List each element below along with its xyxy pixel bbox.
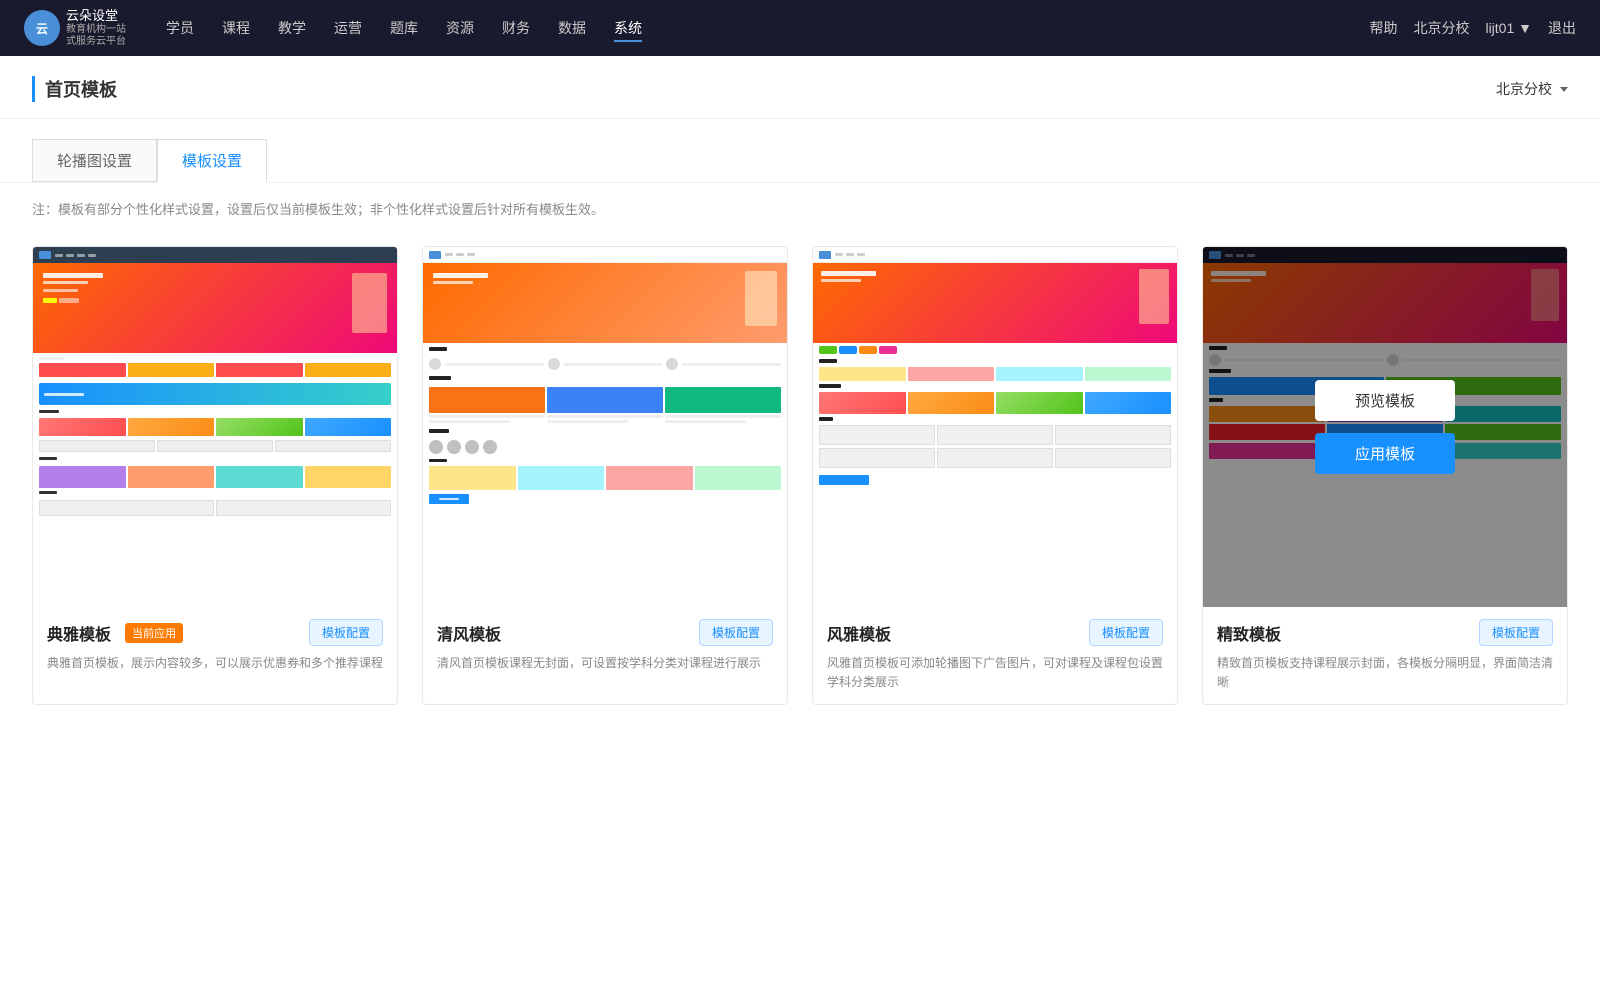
template-name-4: 精致模板 xyxy=(1217,621,1281,645)
logo-text: 云朵设堂 教育机构一站 式服务云平台 xyxy=(66,8,126,48)
config-button-1[interactable]: 模板配置 xyxy=(309,619,383,646)
logo-icon: 云 xyxy=(24,10,60,46)
current-badge-1: 当前应用 xyxy=(125,623,183,643)
template-info-3: 风雅模板 模板配置 风雅首页模板可添加轮播图下广告图片，可对课程及课程包设置学科… xyxy=(813,607,1177,704)
apply-button-4[interactable]: 应用模板 xyxy=(1315,433,1455,474)
template-desc-2: 清风首页模板课程无封面，可设置按学科分类对课程进行展示 xyxy=(437,654,773,673)
template-title-row-2: 清风模板 模板配置 xyxy=(437,619,773,646)
nav-item-shuju[interactable]: 数据 xyxy=(558,18,586,38)
template-title-row-3: 风雅模板 模板配置 xyxy=(827,619,1163,646)
template-name-3: 风雅模板 xyxy=(827,621,891,645)
note-text: 注：模板有部分个性化样式设置，设置后仅当前模板生效；非个性化样式设置后针对所有模… xyxy=(0,183,1600,226)
main-content: 首页模板 北京分校 轮播图设置 模板设置 注：模板有部分个性化样式设置，设置后仅… xyxy=(0,56,1600,990)
tab-carousel[interactable]: 轮播图设置 xyxy=(32,139,157,182)
template-info-2: 清风模板 模板配置 清风首页模板课程无封面，可设置按学科分类对课程进行展示 xyxy=(423,607,787,685)
template-preview-2: 预览模板 应用模板 xyxy=(423,247,787,607)
config-button-2[interactable]: 模板配置 xyxy=(699,619,773,646)
navbar: 云 云朵设堂 教育机构一站 式服务云平台 学员 课程 教学 运营 题库 资源 财… xyxy=(0,0,1600,56)
template-info-4: 精致模板 模板配置 精致首页模板支持课程展示封面，各模板分隔明显，界面简洁清晰 xyxy=(1203,607,1567,704)
config-button-3[interactable]: 模板配置 xyxy=(1089,619,1163,646)
template-title-row-4: 精致模板 模板配置 xyxy=(1217,619,1553,646)
template-desc-4: 精致首页模板支持课程展示封面，各模板分隔明显，界面简洁清晰 xyxy=(1217,654,1553,692)
page-header: 首页模板 北京分校 xyxy=(0,56,1600,119)
nav-item-xueyuan[interactable]: 学员 xyxy=(166,18,194,38)
nav-item-jiaoxue[interactable]: 教学 xyxy=(278,18,306,38)
nav-item-yunying[interactable]: 运营 xyxy=(334,18,362,38)
nav-item-caiwu[interactable]: 财务 xyxy=(502,18,530,38)
nav-item-xitong[interactable]: 系统 xyxy=(614,18,642,38)
tab-template[interactable]: 模板设置 xyxy=(157,139,267,183)
template-preview-3: 预览模板 应用模板 xyxy=(813,247,1177,607)
templates-grid: 预览模板 应用模板 典雅模板 当前应用 模板配置 典雅首页模板，展示内容较多，可… xyxy=(0,226,1600,745)
nav-item-ziyuan[interactable]: 资源 xyxy=(446,18,474,38)
branch-chevron-icon xyxy=(1560,87,1568,92)
config-button-4[interactable]: 模板配置 xyxy=(1479,619,1553,646)
template-card-3[interactable]: 预览模板 应用模板 风雅模板 模板配置 风雅首页模板可添加轮播图下广告图片，可对… xyxy=(812,246,1178,705)
template-card-1[interactable]: 预览模板 应用模板 典雅模板 当前应用 模板配置 典雅首页模板，展示内容较多，可… xyxy=(32,246,398,705)
user-menu[interactable]: lijt01 ▼ xyxy=(1485,20,1532,36)
template-card-2[interactable]: 预览模板 应用模板 清风模板 模板配置 清风首页模板课程无封面，可设置按学科分类… xyxy=(422,246,788,705)
page-title: 首页模板 xyxy=(32,76,117,102)
preview-button-4[interactable]: 预览模板 xyxy=(1315,380,1455,421)
template-desc-3: 风雅首页模板可添加轮播图下广告图片，可对课程及课程包设置学科分类展示 xyxy=(827,654,1163,692)
branch-link[interactable]: 北京分校 xyxy=(1413,18,1469,38)
branch-selector[interactable]: 北京分校 xyxy=(1496,79,1568,99)
template-name-1: 典雅模板 xyxy=(47,621,111,645)
template-preview-1: 预览模板 应用模板 xyxy=(33,247,397,607)
tabs-container: 轮播图设置 模板设置 xyxy=(0,119,1600,183)
user-dropdown-icon: ▼ xyxy=(1518,20,1532,36)
nav-right: 帮助 北京分校 lijt01 ▼ 退出 xyxy=(1369,18,1576,38)
logout-link[interactable]: 退出 xyxy=(1548,18,1576,38)
help-link[interactable]: 帮助 xyxy=(1369,18,1397,38)
nav-item-kecheng[interactable]: 课程 xyxy=(222,18,250,38)
nav-menu: 学员 课程 教学 运营 题库 资源 财务 数据 系统 xyxy=(166,18,1369,38)
template-card-4[interactable]: 预览模板 应用模板 精致模板 模板配置 精致首页模板支持课程展示封面，各模板分隔… xyxy=(1202,246,1568,705)
template-desc-1: 典雅首页模板，展示内容较多，可以展示优惠券和多个推荐课程 xyxy=(47,654,383,673)
template-title-row-1: 典雅模板 当前应用 模板配置 xyxy=(47,619,383,646)
template-info-1: 典雅模板 当前应用 模板配置 典雅首页模板，展示内容较多，可以展示优惠券和多个推… xyxy=(33,607,397,685)
template-name-2: 清风模板 xyxy=(437,621,501,645)
nav-item-tiku[interactable]: 题库 xyxy=(390,18,418,38)
logo[interactable]: 云 云朵设堂 教育机构一站 式服务云平台 xyxy=(24,8,126,48)
template-preview-4: 预览模板 应用模板 xyxy=(1203,247,1567,607)
